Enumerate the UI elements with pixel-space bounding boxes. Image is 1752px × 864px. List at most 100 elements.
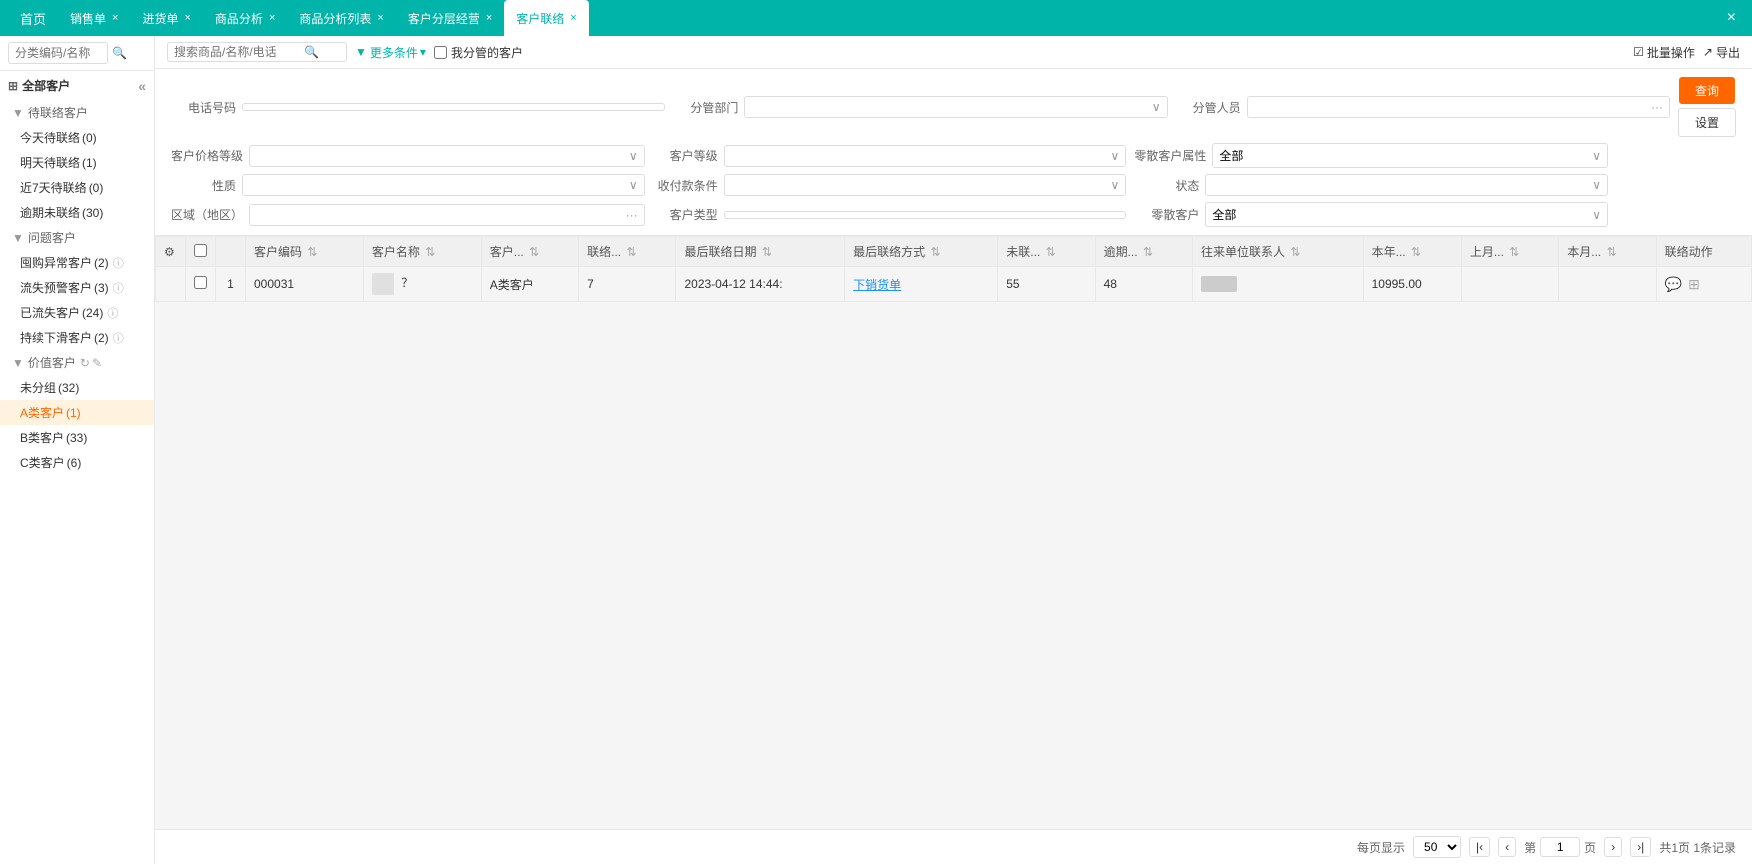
sidebar-item-7day-contact[interactable]: 近7天待联络 (0) <box>0 175 154 200</box>
nav-product-analysis-list[interactable]: 商品分析列表 × <box>287 0 395 36</box>
person-input[interactable]: ··· <box>1247 96 1670 118</box>
td-code: 000031 <box>246 267 364 302</box>
scatter-customer-select[interactable]: 全部 ∨ <box>1205 202 1608 227</box>
nav-customer-contact-close[interactable]: × <box>570 12 576 24</box>
sidebar-item-a-class[interactable]: A类客户 (1) <box>0 400 154 425</box>
top-nav: 首页 销售单 × 进货单 × 商品分析 × 商品分析列表 × 客户分层经营 × … <box>0 0 1752 36</box>
payment-select[interactable]: ∨ <box>724 174 1127 196</box>
prev-page-btn[interactable]: ‹ <box>1498 837 1516 857</box>
nav-product-analysis[interactable]: 商品分析 × <box>203 0 287 36</box>
chat-icon[interactable]: 💬 <box>1665 276 1682 293</box>
td-last-contact-date: 2023-04-12 14:44: <box>676 267 845 302</box>
avatar <box>372 273 394 295</box>
filter-row-1: 电话号码 分管部门 ∨ 分管人员 ··· <box>171 77 1736 137</box>
sidebar-item-today-contact[interactable]: 今天待联络 (0) <box>0 125 154 150</box>
sort-lmonth-icon: ⇅ <box>1509 245 1519 259</box>
main-search-input[interactable] <box>174 45 304 59</box>
export-btn[interactable]: ↗ 导出 <box>1703 44 1740 61</box>
td-last-month <box>1461 267 1558 302</box>
th-contacts[interactable]: 联络... ⇅ <box>579 237 676 267</box>
dept-select[interactable]: ∨ <box>744 96 1167 118</box>
status-select[interactable]: ∨ <box>1205 174 1608 196</box>
sidebar-group-problem[interactable]: ▼ 问题客户 <box>0 225 154 250</box>
sidebar-collapse-icon[interactable]: « <box>138 78 146 94</box>
phone-input[interactable] <box>242 103 665 111</box>
sidebar-item-overdue-contact[interactable]: 逾期未联络 (30) <box>0 200 154 225</box>
page-input[interactable] <box>1540 837 1580 857</box>
sidebar-search-input[interactable] <box>8 42 108 64</box>
sidebar-search-icon[interactable]: 🔍 <box>112 46 127 60</box>
sidebar-item-churned[interactable]: 已流失客户 (24) ⓘ <box>0 300 154 325</box>
th-this-month[interactable]: 本月... ⇅ <box>1559 237 1656 267</box>
next-page-btn[interactable]: › <box>1604 837 1622 857</box>
sidebar-group-pending[interactable]: ▼ 待联络客户 <box>0 100 154 125</box>
dots-region-icon: ··· <box>626 208 638 222</box>
th-category[interactable]: 客户... ⇅ <box>481 237 578 267</box>
th-last-month[interactable]: 上月... ⇅ <box>1461 237 1558 267</box>
first-page-btn[interactable]: |‹ <box>1469 837 1490 857</box>
my-customers-checkbox[interactable] <box>434 46 447 59</box>
my-customers-checkbox-wrap: 我分管的客户 <box>434 44 523 61</box>
filter-icon: ▼ <box>355 45 367 59</box>
sort-category-icon: ⇅ <box>529 245 539 259</box>
nav-product-analysis-close[interactable]: × <box>269 12 275 24</box>
window-close[interactable]: × <box>1719 9 1744 27</box>
th-last-contact-method[interactable]: 最后联络方式 ⇅ <box>845 237 998 267</box>
select-all-checkbox[interactable] <box>194 244 207 257</box>
nav-customer-tier-close[interactable]: × <box>486 12 492 24</box>
sort-date-icon: ⇅ <box>762 245 772 259</box>
nav-sales[interactable]: 销售单 × <box>58 0 130 36</box>
th-visit-contacts[interactable]: 往来单位联系人 ⇅ <box>1192 237 1363 267</box>
scatter-attr-select[interactable]: 全部 ∨ <box>1212 143 1608 168</box>
td-checkbox <box>186 267 216 302</box>
td-overdue: 48 <box>1095 267 1192 302</box>
sidebar-item-churn-warning[interactable]: 流失预警客户 (3) ⓘ <box>0 275 154 300</box>
chevron-level-icon: ∨ <box>1111 149 1120 163</box>
nature-select[interactable]: ∨ <box>242 174 645 196</box>
sidebar-item-c-class[interactable]: C类客户 (6) <box>0 450 154 475</box>
nav-home[interactable]: 首页 <box>8 0 58 36</box>
main-search-icon[interactable]: 🔍 <box>304 45 319 59</box>
sidebar-item-ungrouped[interactable]: 未分组 (32) <box>0 375 154 400</box>
batch-op-btn[interactable]: ☑ 批量操作 <box>1633 44 1695 61</box>
th-name[interactable]: 客户名称 ⇅ <box>363 237 481 267</box>
refresh-icon[interactable]: ↻ <box>80 356 90 370</box>
content-area: 🔍 ▼ 更多条件 ▾ 我分管的客户 ☑ 批量操作 ↗ 导出 <box>155 36 1752 864</box>
nav-customer-contact[interactable]: 客户联络 × <box>504 0 588 36</box>
row-checkbox[interactable] <box>194 276 207 289</box>
nav-product-analysis-list-close[interactable]: × <box>377 12 383 24</box>
th-checkbox <box>186 237 216 267</box>
grid-action-icon[interactable]: ⊞ <box>1688 276 1700 293</box>
query-btn[interactable]: 查询 <box>1679 77 1735 104</box>
th-last-contact-date[interactable]: 最后联络日期 ⇅ <box>676 237 845 267</box>
edit-icon[interactable]: ✎ <box>92 356 102 370</box>
th-overdue[interactable]: 逾期... ⇅ <box>1095 237 1192 267</box>
th-code[interactable]: 客户编码 ⇅ <box>246 237 364 267</box>
sidebar-item-tomorrow-contact[interactable]: 明天待联络 (1) <box>0 150 154 175</box>
sidebar-item-hoarding[interactable]: 囤购异常客户 (2) ⓘ <box>0 250 154 275</box>
customer-type-input[interactable] <box>724 211 1127 219</box>
nav-purchase[interactable]: 进货单 × <box>130 0 202 36</box>
customer-level-select[interactable]: ∨ <box>724 145 1127 167</box>
page-size-select[interactable]: 50 <box>1413 836 1461 858</box>
settings-btn[interactable]: 设置 <box>1678 108 1736 137</box>
sort-contacts-icon: ⇅ <box>626 245 636 259</box>
arrow-down-icon3: ▼ <box>12 356 24 370</box>
sidebar-all-customers[interactable]: ⊞ 全部客户 « <box>0 71 154 100</box>
last-page-btn[interactable]: ›| <box>1630 837 1651 857</box>
th-no-contact[interactable]: 未联... ⇅ <box>998 237 1095 267</box>
price-level-select[interactable]: ∨ <box>249 145 645 167</box>
th-this-year[interactable]: 本年... ⇅ <box>1363 237 1461 267</box>
sidebar-item-b-class[interactable]: B类客户 (33) <box>0 425 154 450</box>
sort-code-icon: ⇅ <box>307 245 317 259</box>
nav-sales-close[interactable]: × <box>112 12 118 24</box>
nav-customer-tier[interactable]: 客户分层经营 × <box>396 0 504 36</box>
nav-purchase-close[interactable]: × <box>184 12 190 24</box>
last-contact-method-link[interactable]: 下销货单 <box>853 278 901 292</box>
sidebar-group-value[interactable]: ▼ 价值客户 ↻ ✎ <box>0 350 154 375</box>
sidebar-item-declining[interactable]: 持续下滑客户 (2) ⓘ <box>0 325 154 350</box>
region-input[interactable]: ··· <box>249 204 645 226</box>
th-settings[interactable]: ⚙ <box>156 237 186 267</box>
filter-cell-scatter-customer: 零散客户 全部 ∨ <box>1134 202 1608 227</box>
more-conditions-btn[interactable]: ▼ 更多条件 ▾ <box>355 44 426 61</box>
